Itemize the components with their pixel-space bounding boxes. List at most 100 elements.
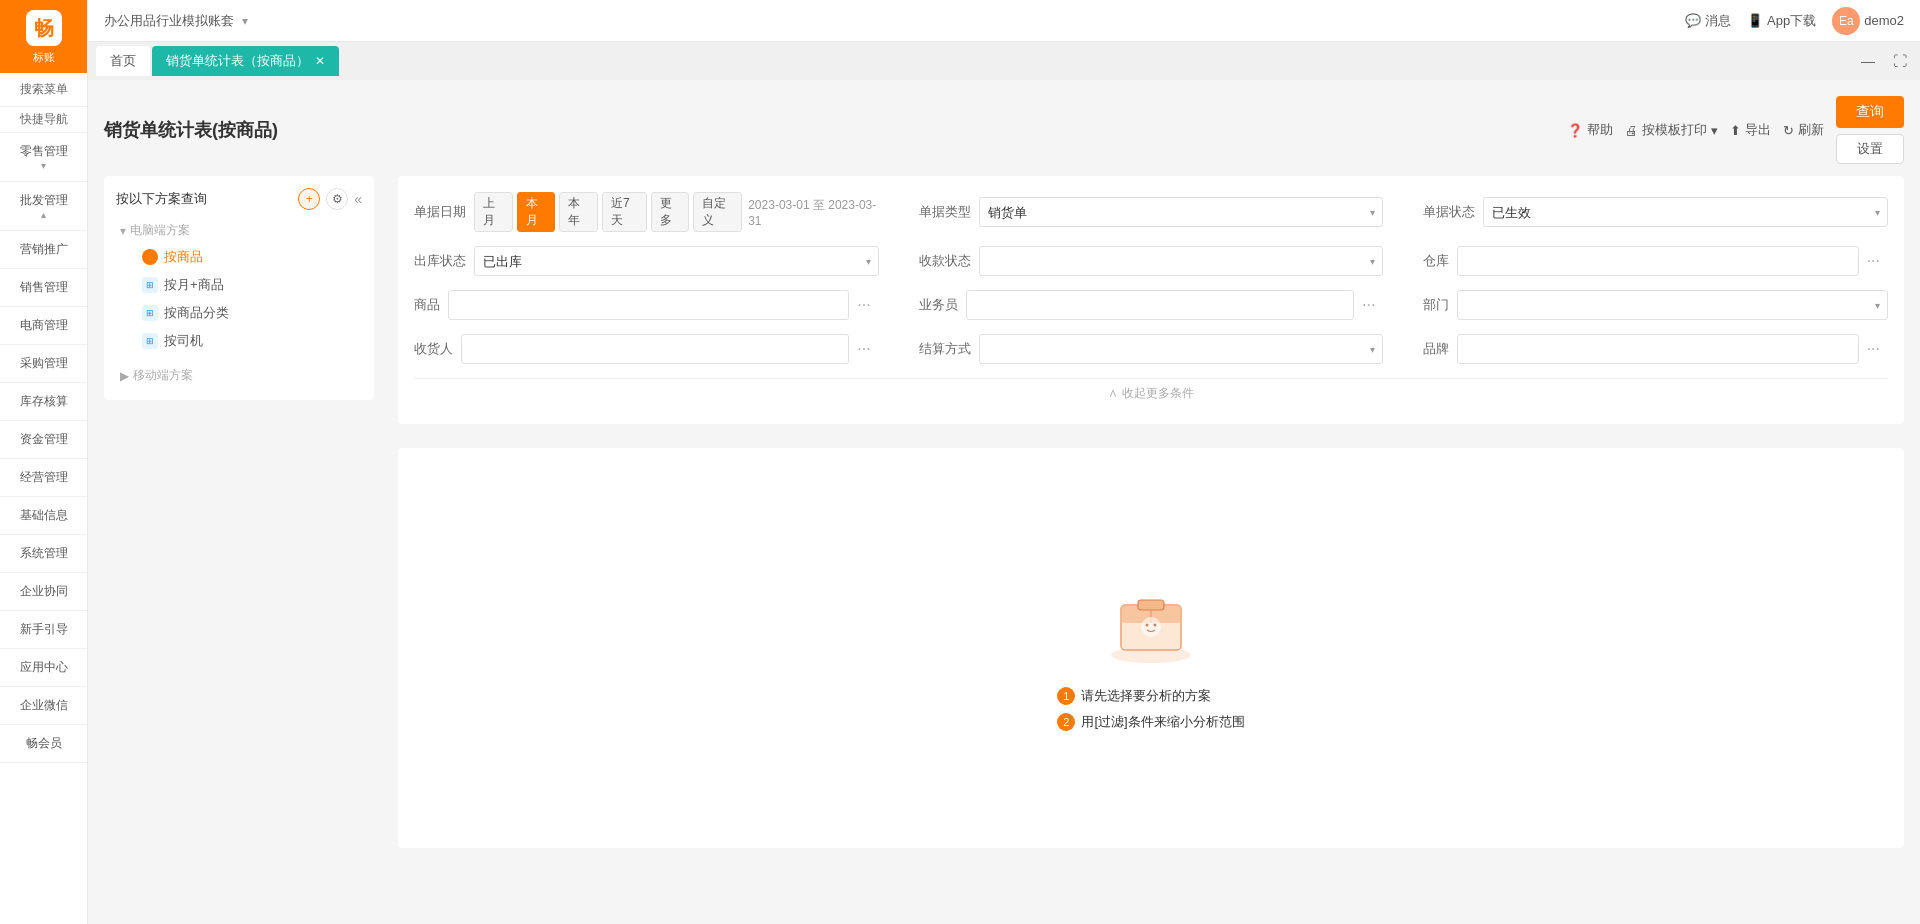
date-pill-last-month[interactable]: 上月 (474, 192, 513, 232)
tree-item-by-category[interactable]: ⊞ 按商品分类 (136, 299, 362, 327)
app-download-label: App下载 (1767, 12, 1816, 30)
tree-item-by-month-goods[interactable]: ⊞ 按月+商品 (136, 271, 362, 299)
staff-input[interactable] (966, 290, 1354, 320)
receiver-dots-icon[interactable]: ··· (849, 340, 878, 358)
sidebar-item-ecommerce[interactable]: 电商管理 (0, 307, 87, 345)
tab-minimize-button[interactable]: — (1856, 49, 1880, 73)
type-select[interactable]: 销货单 (979, 197, 1384, 227)
tab-report[interactable]: 销货单统计表（按商品） ✕ (152, 46, 339, 76)
date-range-text: 2023-03-01 至 2023-03-31 (748, 197, 878, 228)
side-panel: 按以下方案查询 + ⚙ « ▾ 电脑端方案 (104, 176, 374, 400)
by-month-goods-icon: ⊞ (142, 277, 158, 293)
brand-input[interactable] (1457, 334, 1858, 364)
message-button[interactable]: 💬 消息 (1685, 12, 1731, 30)
settle-select-wrapper: ▾ (979, 334, 1384, 364)
date-pill-custom[interactable]: 自定义 (693, 192, 742, 232)
out-status-select[interactable]: 已出库 (474, 246, 879, 276)
pc-section-label: 电脑端方案 (130, 222, 190, 239)
mobile-section-arrow-icon: ▶ (120, 369, 129, 383)
sidebar-item-system[interactable]: 系统管理 (0, 535, 87, 573)
breadcrumb-dropdown-icon[interactable]: ▾ (242, 14, 248, 28)
sidebar-item-ops[interactable]: 经营管理 (0, 459, 87, 497)
by-category-icon: ⊞ (142, 305, 158, 321)
date-pill-this-month[interactable]: 本月 (517, 192, 556, 232)
sidebar-item-member[interactable]: 畅会员 (0, 725, 87, 763)
goods-dots-icon[interactable]: ··· (849, 296, 878, 314)
app-download-button[interactable]: 📱 App下载 (1747, 12, 1816, 30)
template-print-button[interactable]: 🖨 按模板打印 ▾ (1625, 121, 1718, 139)
sidebar-search-menu[interactable]: 搜索菜单 (0, 73, 87, 107)
print-icon: 🖨 (1625, 123, 1638, 138)
add-scheme-button[interactable]: + (298, 188, 320, 210)
collect-status-select[interactable] (979, 246, 1384, 276)
status-select[interactable]: 已生效 (1483, 197, 1888, 227)
sidebar-item-inventory[interactable]: 库存核算 (0, 383, 87, 421)
refresh-button[interactable]: ↻ 刷新 (1783, 121, 1824, 139)
tabs-bar: 首页 销货单统计表（按商品） ✕ — ⛶ (88, 42, 1920, 80)
settle-select[interactable] (979, 334, 1384, 364)
side-panel-title: 按以下方案查询 (116, 190, 207, 208)
ecommerce-label: 电商管理 (0, 317, 87, 334)
sidebar-item-finance[interactable]: 资金管理 (0, 421, 87, 459)
sidebar-quick-nav[interactable]: 快捷导航 (0, 107, 87, 133)
refresh-label: 刷新 (1798, 121, 1824, 139)
tree-item-by-goods[interactable]: 按商品 (136, 243, 362, 271)
date-pill-more[interactable]: 更多 (651, 192, 690, 232)
mobile-section-header[interactable]: ▶ 移动端方案 (116, 363, 362, 388)
settings-button[interactable]: 设置 (1836, 134, 1904, 164)
dept-select[interactable] (1457, 290, 1888, 320)
goods-input[interactable] (448, 290, 849, 320)
staff-dots-icon[interactable]: ··· (1354, 296, 1383, 314)
filter-status: 单据状态 已生效 ▾ (1423, 197, 1888, 227)
export-button[interactable]: ⬆ 导出 (1730, 121, 1771, 139)
marketing-label: 营销推广 (0, 241, 87, 258)
collect-status-select-wrapper: ▾ (979, 246, 1384, 276)
logo-char: 畅 (34, 15, 54, 42)
purchase-label: 采购管理 (0, 355, 87, 372)
main-area: 办公用品行业模拟账套 ▾ 💬 消息 📱 App下载 Ea demo2 首页 销货… (88, 0, 1920, 924)
date-filter: 上月 本月 本年 近7天 更多 自定义 2023-03-01 至 2023-03… (474, 192, 879, 232)
warehouse-input[interactable] (1457, 246, 1858, 276)
tab-maximize-button[interactable]: ⛶ (1888, 49, 1912, 73)
date-pill-7days[interactable]: 近7天 (602, 192, 646, 232)
filter-date: 单据日期 上月 本月 本年 近7天 更多 自定义 20 (414, 192, 879, 232)
brand-dots-icon[interactable]: ··· (1859, 340, 1888, 358)
query-button[interactable]: 查询 (1836, 96, 1904, 128)
sidebar-item-marketing[interactable]: 营销推广 (0, 231, 87, 269)
sidebar-item-wholesale[interactable]: 批发管理 ▴ (0, 182, 87, 231)
empty-illustration (1096, 565, 1206, 675)
user-name: demo2 (1864, 13, 1904, 28)
export-label: 导出 (1745, 121, 1771, 139)
help-button[interactable]: ❓ 帮助 (1567, 121, 1613, 139)
cooperation-label: 企业协同 (0, 583, 87, 600)
sidebar-item-purchase[interactable]: 采购管理 (0, 345, 87, 383)
warehouse-dots-icon[interactable]: ··· (1859, 252, 1888, 270)
sidebar-item-appcenter[interactable]: 应用中心 (0, 649, 87, 687)
sidebar-logo[interactable]: 畅 标账 (0, 0, 87, 73)
finance-label: 资金管理 (0, 431, 87, 448)
page-content: 销货单统计表(按商品) ❓ 帮助 🖨 按模板打印 ▾ ⬆ 导出 ↻ 刷新 (88, 80, 1920, 924)
tab-close-icon[interactable]: ✕ (315, 54, 325, 68)
tab-home[interactable]: 首页 (96, 46, 150, 76)
page-actions: ❓ 帮助 🖨 按模板打印 ▾ ⬆ 导出 ↻ 刷新 查询 (1567, 96, 1904, 164)
sidebar-item-wechat[interactable]: 企业微信 (0, 687, 87, 725)
sidebar-item-retail[interactable]: 零售管理 ▾ (0, 133, 87, 182)
sidebar-item-newguide[interactable]: 新手引导 (0, 611, 87, 649)
filter-row-3: 商品 ··· 业务员 ··· 部门 (414, 290, 1888, 320)
side-panel-collapse-icon[interactable]: « (354, 191, 362, 207)
side-panel-header: 按以下方案查询 + ⚙ « (116, 188, 362, 210)
date-pill-this-year[interactable]: 本年 (559, 192, 598, 232)
sidebar-item-basic[interactable]: 基础信息 (0, 497, 87, 535)
settle-label: 结算方式 (919, 340, 971, 358)
receiver-input[interactable] (461, 334, 849, 364)
step-1-text: 请先选择要分析的方案 (1081, 687, 1211, 705)
basic-label: 基础信息 (0, 507, 87, 524)
main-area-right: 单据日期 上月 本月 本年 近7天 更多 自定义 20 (398, 176, 1904, 848)
tree-item-by-cashier[interactable]: ⊞ 按司机 (136, 327, 362, 355)
scheme-settings-button[interactable]: ⚙ (326, 188, 348, 210)
sidebar-item-cooperation[interactable]: 企业协同 (0, 573, 87, 611)
user-menu[interactable]: Ea demo2 (1832, 7, 1904, 35)
collapse-bar[interactable]: ∧ 收起更多条件 (414, 378, 1888, 408)
sidebar-item-sales[interactable]: 销售管理 (0, 269, 87, 307)
appcenter-label: 应用中心 (0, 659, 87, 676)
